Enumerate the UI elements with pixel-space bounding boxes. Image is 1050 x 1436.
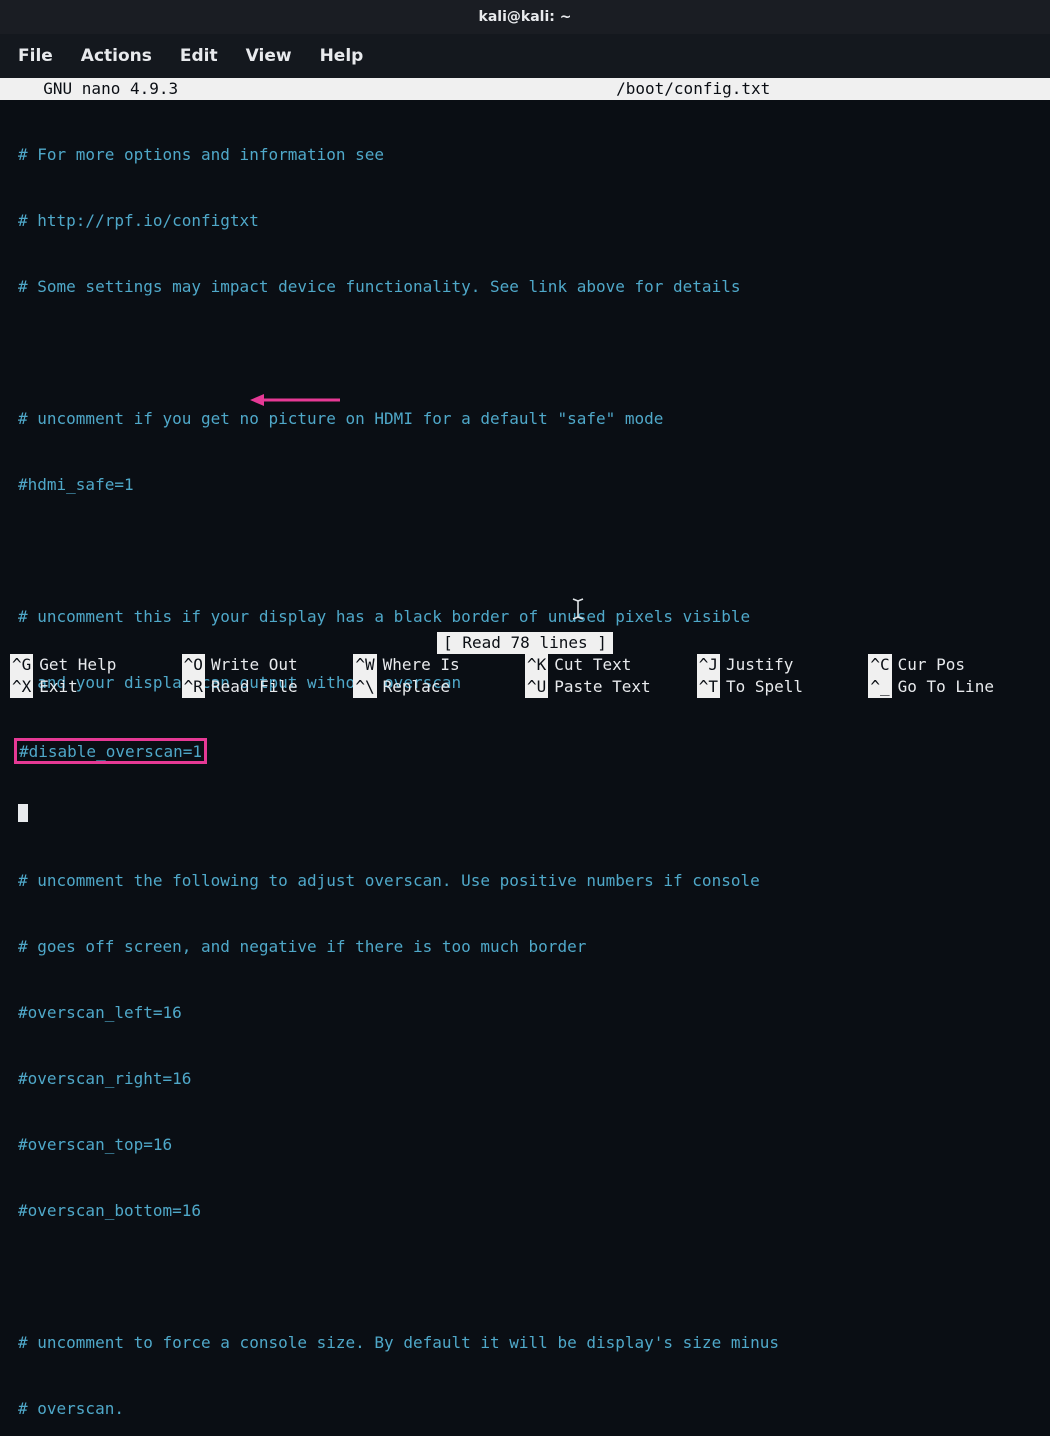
content-line: #hdmi_safe=1: [18, 474, 1048, 496]
shortcut-key: ^\: [353, 676, 376, 698]
shortcut-write-out[interactable]: ^O Write Out: [182, 654, 354, 676]
shortcut-label: To Spell: [726, 676, 803, 698]
shortcut-where-is[interactable]: ^W Where Is: [353, 654, 525, 676]
content-line: # For more options and information see: [18, 144, 1048, 166]
nano-statusbar: GNU nano 4.9.3 /boot/config.txt: [0, 78, 1050, 100]
content-line: # goes off screen, and negative if there…: [18, 936, 1048, 958]
shortcut-key: ^R: [182, 676, 205, 698]
content-line: # uncomment to force a console size. By …: [18, 1332, 1048, 1354]
shortcut-key: ^X: [10, 676, 33, 698]
highlight-box: #disable_overscan=1: [14, 738, 207, 764]
content-line: # http://rpf.io/configtxt: [18, 210, 1048, 232]
nano-status-message: [ Read 78 lines ]: [437, 632, 613, 654]
content-line: [18, 342, 1048, 364]
content-line: # overscan.: [18, 1398, 1048, 1420]
nano-content[interactable]: # For more options and information see #…: [0, 100, 1050, 1436]
shortcut-key: ^J: [697, 654, 720, 676]
window-titlebar: kali@kali: ~: [0, 0, 1050, 34]
shortcut-replace[interactable]: ^\ Replace: [353, 676, 525, 698]
shortcut-exit[interactable]: ^X Exit: [10, 676, 182, 698]
shortcut-paste-text[interactable]: ^U Paste Text: [525, 676, 697, 698]
shortcut-row-2: ^X Exit ^R Read File ^\ Replace ^U Paste Tex…: [10, 676, 1040, 698]
content-line: #overscan_right=16: [18, 1068, 1048, 1090]
shortcut-label: Cur Pos: [898, 654, 965, 676]
menu-edit[interactable]: Edit: [180, 46, 218, 66]
nano-status-gap: [186, 78, 606, 100]
shortcut-go-to-line[interactable]: ^_ Go To Line: [868, 676, 1040, 698]
shortcut-label: Paste Text: [554, 676, 650, 698]
terminal[interactable]: GNU nano 4.9.3 /boot/config.txt # For mo…: [0, 78, 1050, 718]
menu-help[interactable]: Help: [320, 46, 364, 66]
shortcut-label: Read File: [211, 676, 298, 698]
shortcut-label: Replace: [383, 676, 450, 698]
shortcut-label: Go To Line: [898, 676, 994, 698]
content-line: [18, 540, 1048, 562]
highlight-text: #disable_overscan=1: [19, 742, 202, 761]
shortcut-key: ^O: [182, 654, 205, 676]
content-line: [18, 1266, 1048, 1288]
shortcut-cut-text[interactable]: ^K Cut Text: [525, 654, 697, 676]
shortcut-key: ^C: [868, 654, 891, 676]
menu-actions[interactable]: Actions: [81, 46, 152, 66]
shortcut-label: Where Is: [383, 654, 460, 676]
content-line: # uncomment this if your display has a b…: [18, 606, 1048, 628]
shortcut-get-help[interactable]: ^G Get Help: [10, 654, 182, 676]
content-line: #overscan_bottom=16: [18, 1200, 1048, 1222]
content-line: #overscan_top=16: [18, 1134, 1048, 1156]
shortcut-key: ^U: [525, 676, 548, 698]
menu-view[interactable]: View: [246, 46, 292, 66]
content-line-cursor: [18, 804, 1048, 826]
shortcut-key: ^K: [525, 654, 548, 676]
shortcut-justify[interactable]: ^J Justify: [697, 654, 869, 676]
shortcut-row-1: ^G Get Help ^O Write Out ^W Where Is ^K Cut …: [10, 654, 1040, 676]
nano-status-tail: [780, 78, 1050, 100]
shortcut-key: ^G: [10, 654, 33, 676]
shortcut-read-file[interactable]: ^R Read File: [182, 676, 354, 698]
shortcut-label: Write Out: [211, 654, 298, 676]
content-line: # uncomment the following to adjust over…: [18, 870, 1048, 892]
window-title: kali@kali: ~: [479, 9, 572, 25]
shortcut-label: Get Help: [39, 654, 116, 676]
nano-status-message-row: [ Read 78 lines ]: [10, 632, 1040, 654]
shortcut-label: Cut Text: [554, 654, 631, 676]
nano-title: GNU nano 4.9.3: [0, 78, 186, 100]
nano-filepath: /boot/config.txt: [606, 78, 780, 100]
content-line: #overscan_left=16: [18, 1002, 1048, 1024]
content-line: # Some settings may impact device functi…: [18, 276, 1048, 298]
content-line-highlighted: #disable_overscan=1: [18, 738, 1048, 760]
shortcut-label: Justify: [726, 654, 793, 676]
shortcut-to-spell[interactable]: ^T To Spell: [697, 676, 869, 698]
shortcut-cur-pos[interactable]: ^C Cur Pos: [868, 654, 1040, 676]
nano-footer: [ Read 78 lines ] ^G Get Help ^O Write Out…: [10, 632, 1040, 698]
shortcut-key: ^W: [353, 654, 376, 676]
shortcut-label: Exit: [39, 676, 78, 698]
text-cursor-block: [18, 804, 28, 822]
menubar: File Actions Edit View Help: [0, 34, 1050, 78]
content-line: # uncomment if you get no picture on HDM…: [18, 408, 1048, 430]
menu-file[interactable]: File: [18, 46, 53, 66]
shortcut-key: ^T: [697, 676, 720, 698]
shortcut-key: ^_: [868, 676, 891, 698]
